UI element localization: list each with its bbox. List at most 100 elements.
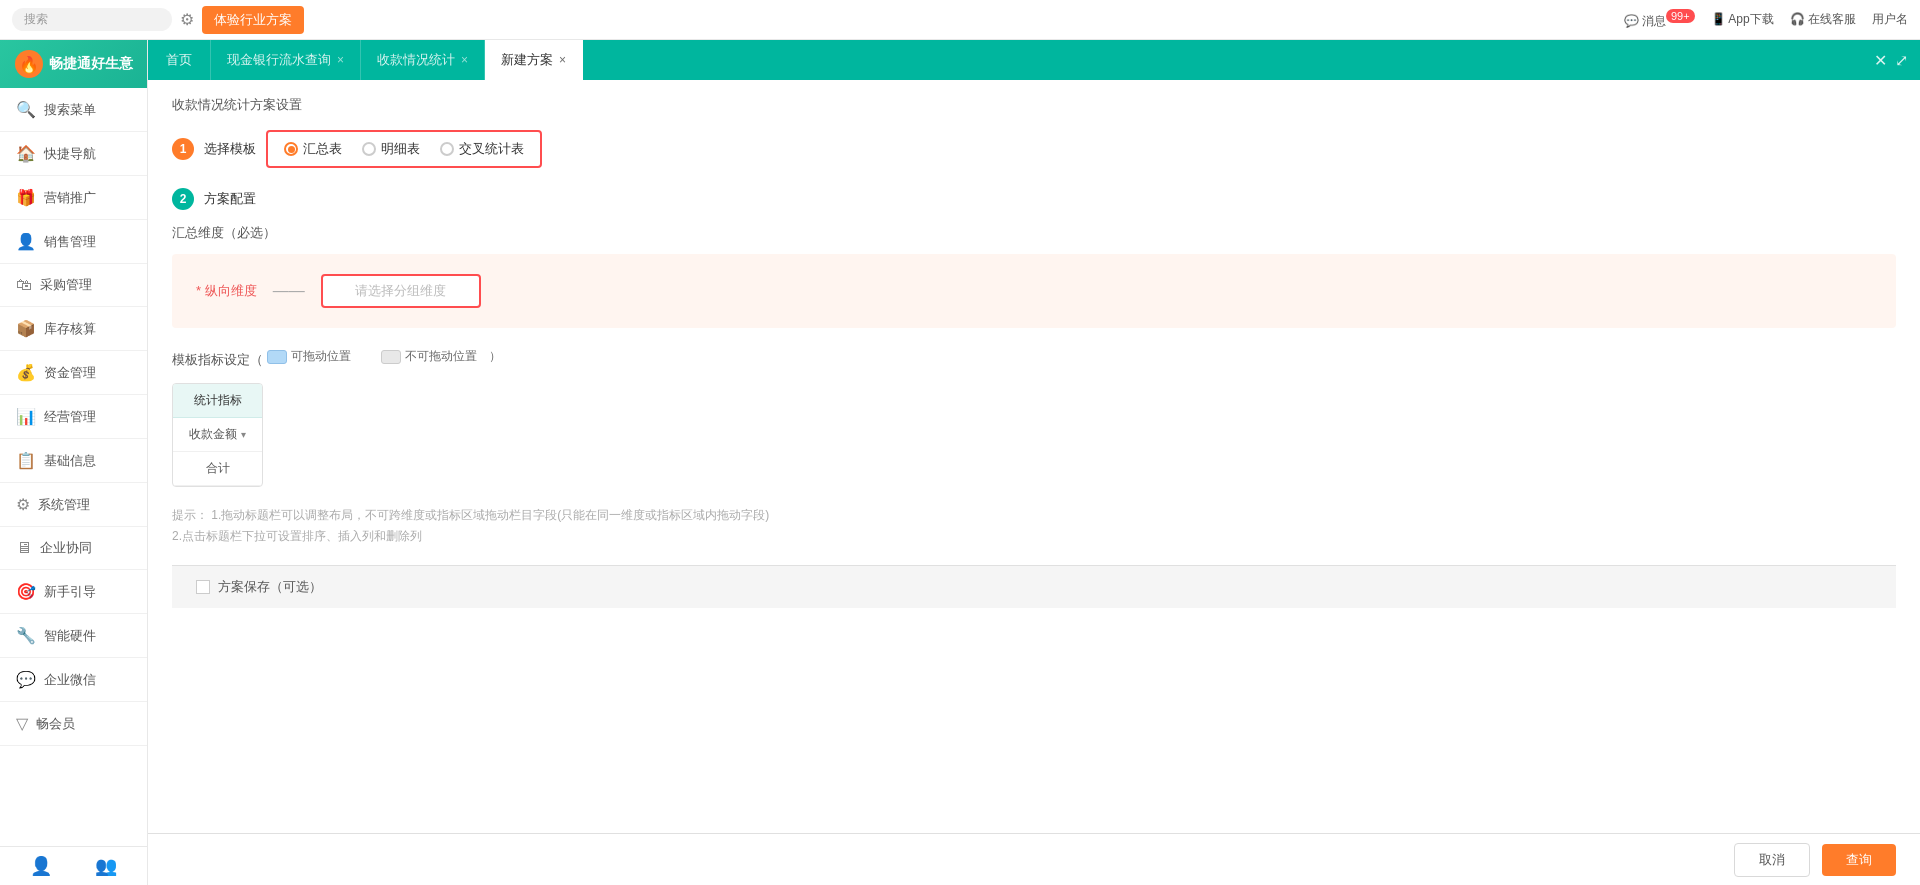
sidebar-logo: 🔥 畅捷通好生意 [0,40,147,88]
basic-icon: 📋 [16,451,36,470]
query-button[interactable]: 查询 [1822,844,1896,876]
finance-icon: 💰 [16,363,36,382]
cancel-button[interactable]: 取消 [1734,843,1810,877]
dropdown-arrow-icon: ▾ [241,429,246,440]
step1-num: 1 [172,138,194,160]
sidebar-item-sales[interactable]: 👤 销售管理 [0,220,147,264]
radio-cross[interactable]: 交叉统计表 [440,140,524,158]
enterprise-icon: 🖥 [16,539,32,557]
page-inner: 收款情况统计方案设置 1 选择模板 汇总表 [148,80,1920,833]
sidebar-item-inventory[interactable]: 📦 库存核算 [0,307,147,351]
message-label: 消息 [1642,14,1666,28]
sidebar-item-guide[interactable]: 🎯 新手引导 [0,570,147,614]
metrics-cell-subtotal: 合计 [173,452,262,486]
tab-bar: 首页 现金银行流水查询 × 收款情况统计 × 新建方案 × ✕ ⤢ [148,40,1920,80]
search-placeholder-text: 搜索 [24,12,48,26]
operations-icon: 📊 [16,407,36,426]
radio-detail-label: 明细表 [381,140,420,158]
tab-new-plan-close[interactable]: × [559,53,566,67]
sales-icon: 👤 [16,232,36,251]
dim-placeholder: 请选择分组维度 [355,283,446,298]
system-icon: ⚙ [16,495,30,514]
sidebar-label-marketing: 营销推广 [44,189,96,207]
tab-receivable-stats[interactable]: 收款情况统计 × [361,40,485,80]
sidebar-label-basic: 基础信息 [44,452,96,470]
config-section: 汇总维度（必选） 纵向维度 —— 请选择分组维度 [172,224,1896,545]
sidebar-avatar1[interactable]: 👤 [30,855,52,877]
save-checkbox[interactable] [196,580,210,594]
logo-icon: 🔥 [15,50,43,78]
download-link[interactable]: 📱 App下载 [1711,11,1774,28]
template-select-box: 汇总表 明细表 交叉统计表 [266,130,542,168]
user-name[interactable]: 用户名 [1872,11,1908,28]
sidebar-label-quick-nav: 快捷导航 [44,145,96,163]
sidebar-item-quick-nav[interactable]: 🏠 快捷导航 [0,132,147,176]
sidebar-item-finance[interactable]: 💰 资金管理 [0,351,147,395]
logo-text: 畅捷通好生意 [49,55,133,73]
dim-arrow-icon: —— [273,282,305,300]
sidebar-label-guide: 新手引导 [44,583,96,601]
metrics-col-header-label: 统计指标 [194,393,242,407]
tab-close-all-icon[interactable]: ✕ [1874,51,1887,70]
legend-locked-label: 不可拖动位置 [405,348,477,365]
sidebar-item-weixin[interactable]: 💬 企业微信 [0,658,147,702]
search-menu-icon: 🔍 [16,100,36,119]
sidebar-item-system[interactable]: ⚙ 系统管理 [0,483,147,527]
step2-section: 2 方案配置 汇总维度（必选） 纵向维度 —— 请选择分组维度 [172,188,1896,545]
sidebar-item-basic[interactable]: 📋 基础信息 [0,439,147,483]
dim-select-box[interactable]: 请选择分组维度 [321,274,481,308]
sidebar-item-member[interactable]: ▽ 畅会员 [0,702,147,746]
avatar2-icon: 👥 [95,855,117,877]
tab-home-label: 首页 [166,51,192,69]
member-icon: ▽ [16,714,28,733]
sidebar-item-hardware[interactable]: 🔧 智能硬件 [0,614,147,658]
tab-bank-flow-close[interactable]: × [337,53,344,67]
dim-area: 纵向维度 —— 请选择分组维度 [172,254,1896,328]
metrics-cell-amount[interactable]: 收款金额 ▾ [173,418,262,452]
sidebar-label-purchase: 采购管理 [40,276,92,294]
tab-new-plan[interactable]: 新建方案 × [485,40,583,80]
sidebar-avatar2[interactable]: 👥 [95,855,117,877]
industry-button[interactable]: 体验行业方案 [202,6,304,34]
tab-receivable-stats-close[interactable]: × [461,53,468,67]
legend-draggable: 可拖动位置 [267,348,351,365]
radio-detail-circle [362,142,376,156]
legend-locked: 不可拖动位置 [381,348,477,365]
sidebar-item-enterprise[interactable]: 🖥 企业协同 [0,527,147,570]
tab-bank-flow[interactable]: 现金银行流水查询 × [211,40,361,80]
radio-detail[interactable]: 明细表 [362,140,420,158]
message-icon[interactable]: 💬 消息99+ [1624,10,1695,30]
sidebar-item-operations[interactable]: 📊 经营管理 [0,395,147,439]
tab-home[interactable]: 首页 [148,40,211,80]
step1-header: 1 选择模板 汇总表 明细表 [172,130,1896,168]
sidebar: 🔥 畅捷通好生意 🔍 搜索菜单 🏠 快捷导航 🎁 营销推广 👤 销售管理 🛍 采… [0,40,148,885]
search-bar: 搜索 [12,8,172,31]
header-right: 💬 消息99+ 📱 App下载 🎧 在线客服 用户名 [1624,10,1908,30]
sidebar-label-operations: 经营管理 [44,408,96,426]
metric-amount-label: 收款金额 [189,426,237,443]
sidebar-item-search-menu[interactable]: 🔍 搜索菜单 [0,88,147,132]
bottom-bar: 取消 查询 [148,833,1920,885]
metric-amount-dropdown: 收款金额 ▾ [189,426,246,443]
sidebar-item-marketing[interactable]: 🎁 营销推广 [0,176,147,220]
metrics-area: 统计指标 收款金额 ▾ 合计 [172,383,263,487]
indicator-title: 模板指标设定（ [172,352,263,367]
sidebar-label-finance: 资金管理 [44,364,96,382]
sidebar-item-purchase[interactable]: 🛍 采购管理 [0,264,147,307]
content-area: 首页 现金银行流水查询 × 收款情况统计 × 新建方案 × ✕ ⤢ 收款情况统计… [148,40,1920,885]
radio-cross-label: 交叉统计表 [459,140,524,158]
sidebar-label-member: 畅会员 [36,715,75,733]
sidebar-label-search-menu: 搜索菜单 [44,101,96,119]
service-link[interactable]: 🎧 在线客服 [1790,11,1856,28]
metrics-col-stats: 统计指标 收款金额 ▾ 合计 [173,384,262,486]
radio-summary[interactable]: 汇总表 [284,140,342,158]
top-header: 搜索 ⚙ 体验行业方案 💬 消息99+ 📱 App下载 🎧 在线客服 用户名 [0,0,1920,40]
guide-icon: 🎯 [16,582,36,601]
tip-2: 2.点击标题栏下拉可设置排序、插入列和删除列 [172,528,1896,545]
tab-receivable-stats-label: 收款情况统计 [377,51,455,69]
message-badge: 99+ [1666,9,1695,23]
legend-draggable-box [267,350,287,364]
gear-icon[interactable]: ⚙ [180,10,194,29]
indicator-header: 模板指标设定（ 可拖动位置 不可拖动位置 [172,348,1896,373]
tab-maximize-icon[interactable]: ⤢ [1895,51,1908,70]
